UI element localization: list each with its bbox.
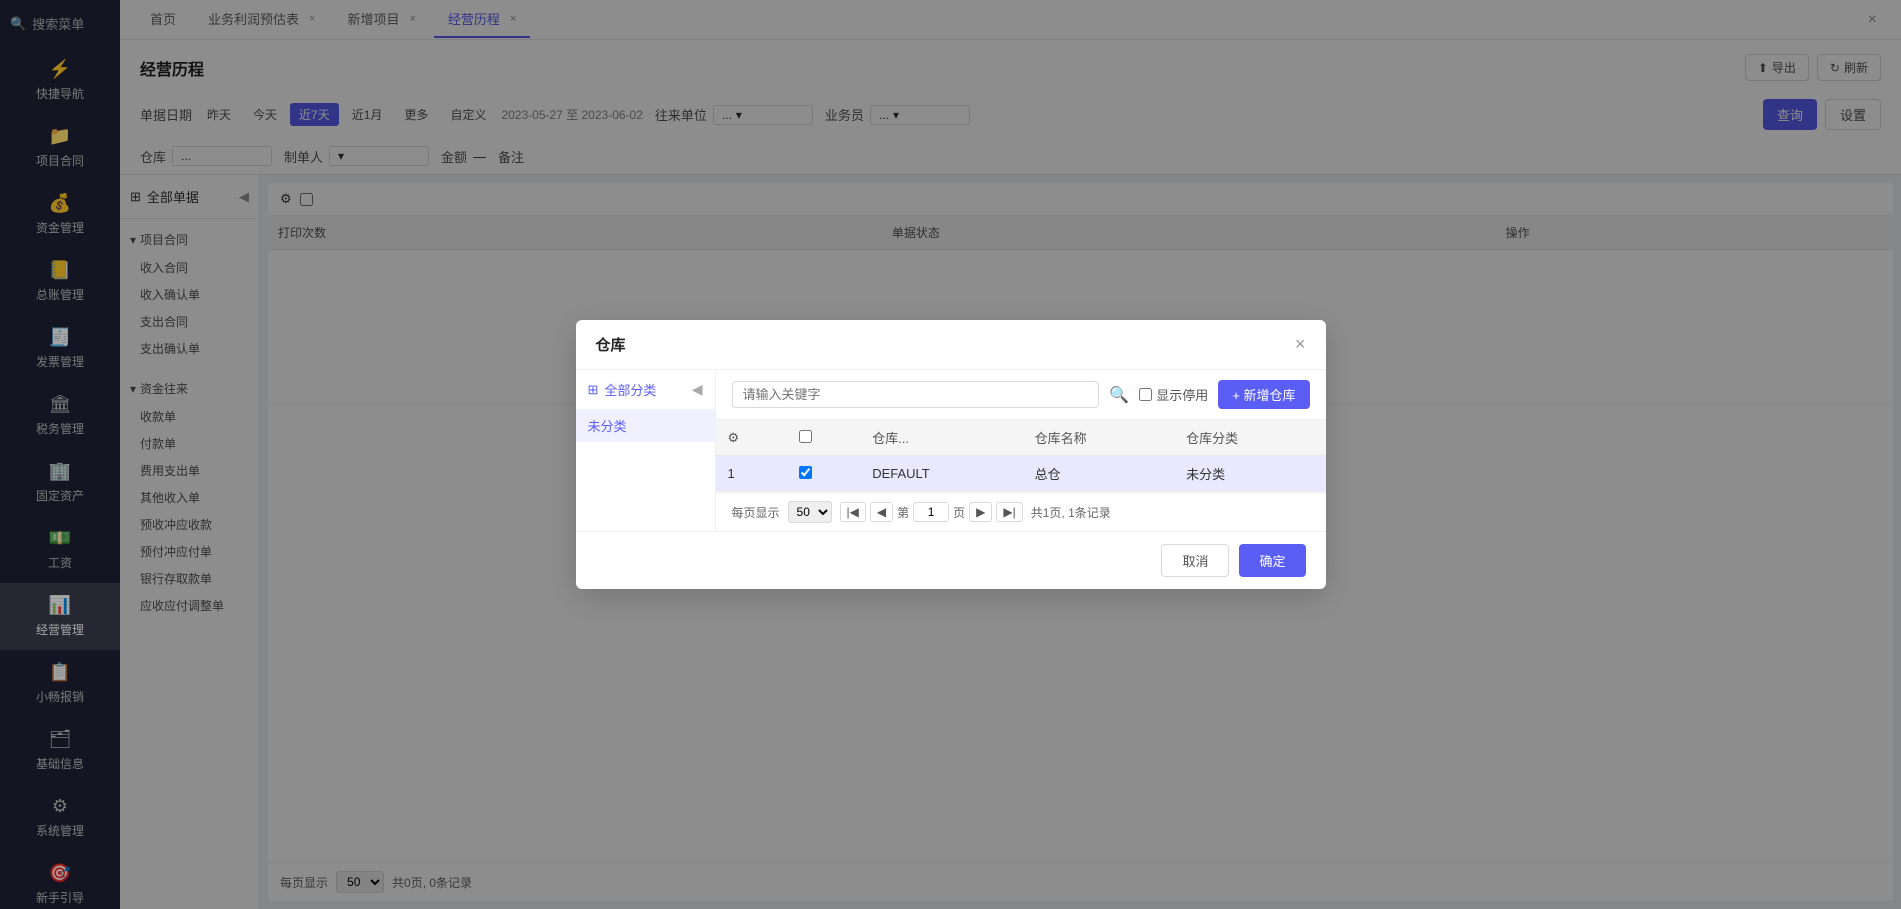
modal-search-bar: 🔍 显示停用 + 新增仓库	[716, 370, 1326, 420]
show-disabled-checkbox[interactable]	[1139, 388, 1152, 401]
col-warehouse-category: 仓库分类	[1174, 420, 1325, 456]
modal-page-label: 第	[897, 504, 909, 521]
modal-right-panel: 🔍 显示停用 + 新增仓库 ⚙ 仓库...	[716, 370, 1326, 531]
modal-header: 仓库 ×	[576, 320, 1326, 370]
row-checkbox[interactable]	[799, 466, 812, 479]
modal-left-all-category[interactable]: ⊞ 全部分类 ◀	[576, 370, 715, 409]
modal-page-nav: |◀ ◀ 第 页 ▶ ▶|	[840, 502, 1023, 522]
modal-search-input[interactable]	[732, 381, 1100, 408]
modal-table-header: ⚙ 仓库... 仓库名称 仓库分类	[716, 420, 1326, 456]
modal-table-row[interactable]: 1 DEFAULT 总仓 未分类	[716, 456, 1326, 492]
modal-title: 仓库	[596, 334, 626, 355]
modal-left-panel: ⊞ 全部分类 ◀ 未分类	[576, 370, 716, 531]
modal-pagination: 每页显示 50 |◀ ◀ 第 页 ▶ ▶| 共1页, 1条记录	[716, 492, 1326, 531]
row-id: 1	[716, 456, 787, 492]
add-warehouse-button[interactable]: + 新增仓库	[1218, 380, 1309, 409]
row-category: 未分类	[1174, 456, 1325, 492]
show-disabled-text: 显示停用	[1156, 385, 1208, 404]
modal-actions: 取消 确定	[576, 531, 1326, 589]
modal-page-size-select[interactable]: 50	[788, 501, 832, 523]
show-disabled-label[interactable]: 显示停用	[1139, 385, 1208, 404]
modal-left-all-label: 全部分类	[604, 380, 656, 399]
modal-overlay: 仓库 × ⊞ 全部分类 ◀ 未分类 🔍	[0, 0, 1901, 909]
row-code: DEFAULT	[860, 456, 1022, 492]
grid-icon2: ⊞	[588, 382, 599, 398]
modal-close-button[interactable]: ×	[1295, 334, 1306, 355]
modal-page-suffix: 页	[953, 504, 965, 521]
row-name: 总仓	[1023, 456, 1174, 492]
col-checkbox	[787, 420, 861, 456]
modal-confirm-button[interactable]: 确定	[1239, 544, 1305, 577]
modal-prev-page[interactable]: ◀	[870, 502, 893, 522]
modal-next-page[interactable]: ▶	[969, 502, 992, 522]
col-warehouse-name: 仓库名称	[1023, 420, 1174, 456]
warehouse-modal: 仓库 × ⊞ 全部分类 ◀ 未分类 🔍	[576, 320, 1326, 589]
modal-body: ⊞ 全部分类 ◀ 未分类 🔍 显示停用 + 新增仓库	[576, 370, 1326, 531]
modal-search-icon[interactable]: 🔍	[1109, 385, 1129, 405]
modal-left-uncategorized[interactable]: 未分类	[576, 409, 715, 442]
modal-cancel-button[interactable]: 取消	[1161, 544, 1229, 577]
modal-table-area[interactable]: ⚙ 仓库... 仓库名称 仓库分类 1 DEFAULT	[716, 420, 1326, 492]
col-gear[interactable]: ⚙	[716, 420, 787, 456]
modal-page-size-label: 每页显示	[732, 504, 780, 521]
select-all-checkbox[interactable]	[799, 430, 812, 443]
modal-page-input[interactable]	[913, 502, 949, 522]
col-warehouse-code: 仓库...	[860, 420, 1022, 456]
modal-left-toggle[interactable]: ◀	[692, 381, 703, 398]
modal-first-page[interactable]: |◀	[840, 502, 866, 522]
row-checkbox-cell[interactable]	[787, 456, 861, 492]
modal-total-info: 共1页, 1条记录	[1031, 504, 1111, 521]
modal-last-page[interactable]: ▶|	[996, 502, 1022, 522]
modal-table: ⚙ 仓库... 仓库名称 仓库分类 1 DEFAULT	[716, 420, 1326, 492]
